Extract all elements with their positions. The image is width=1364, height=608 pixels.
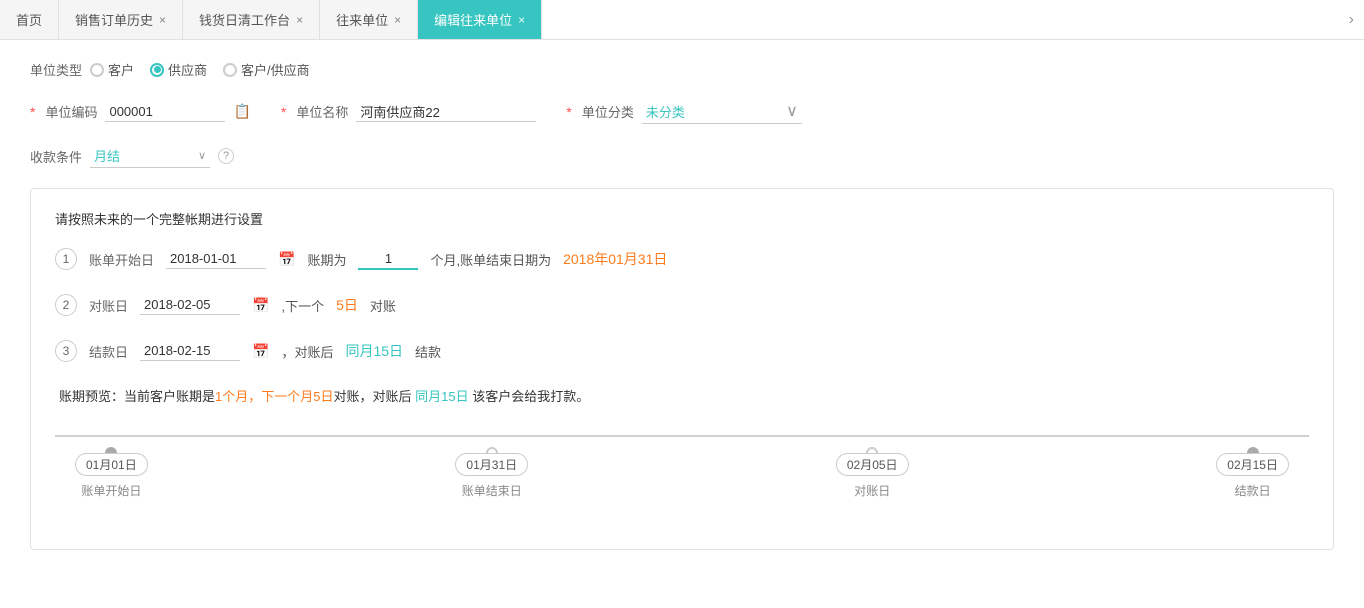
category-group: * 单位分类 未分类 ∨	[566, 99, 801, 124]
step-2-date-input[interactable]	[140, 295, 240, 315]
unit-type-label: 单位类型	[30, 60, 82, 79]
timeline-node-2: 01月31日 账单结束日	[455, 447, 528, 499]
tab-sales-history-label: 销售订单历史	[75, 10, 153, 29]
tab-edit-partner[interactable]: 编辑往来单位 ×	[418, 0, 542, 39]
step-3-date-input[interactable]	[140, 341, 240, 361]
code-label: 单位编码	[45, 102, 97, 121]
payment-group: 收款条件 月结 ∨ ?	[30, 144, 234, 168]
timeline-date-3: 02月05日	[836, 453, 909, 476]
step-3-row: 3 结款日 📅 ，对账后同月15日结款	[55, 340, 1309, 362]
code-input[interactable]	[105, 102, 225, 122]
settings-section: 请按照未来的一个完整帐期进行设置 1 账单开始日 📅 账期为 个月,账单结束日期…	[30, 188, 1334, 550]
radio-both[interactable]: 客户/供应商	[223, 60, 310, 79]
timeline-node-1: 01月01日 账单开始日	[75, 447, 148, 499]
tab-partners[interactable]: 往来单位 ×	[320, 0, 418, 39]
radio-supplier-circle	[150, 63, 164, 77]
preview-text: 账期预览：当前客户账期是1个月，下一个月5日对账，对账后 同月15日 该客户会给…	[55, 386, 1309, 405]
step-3-calendar-icon[interactable]: 📅	[252, 343, 269, 360]
step-1-label: 账单开始日	[89, 250, 154, 269]
radio-group: 客户 供应商 客户/供应商	[90, 60, 310, 79]
radio-customer-label: 客户	[108, 60, 134, 79]
tab-home-label: 首页	[16, 10, 42, 29]
radio-customer-circle	[90, 63, 104, 77]
tab-cashflow-close[interactable]: ×	[296, 13, 303, 27]
step-1-end-date: 2018年01月31日	[563, 249, 667, 269]
preview-prefix: 账期预览：当前客户账期是	[59, 389, 215, 404]
code-copy-icon[interactable]: 📋	[233, 103, 250, 120]
tab-partners-close[interactable]: ×	[394, 13, 401, 27]
step-1-period-suffix: 个月,账单结束日期为	[430, 250, 551, 269]
name-input[interactable]	[356, 102, 536, 122]
step-2-note-prefix: ,下一个	[281, 296, 324, 315]
timeline-date-1: 01月01日	[75, 453, 148, 476]
preview-suffix: 该客户会给我打款。	[472, 389, 589, 404]
step-2-note-highlight: 5日	[336, 295, 358, 315]
step-3-note-suffix: 结款	[415, 342, 441, 361]
step-3-note-highlight: 同月15日	[345, 341, 403, 361]
radio-both-circle	[223, 63, 237, 77]
preview-p3: 同月15日	[415, 389, 468, 404]
tab-bar: 首页 销售订单历史 × 钱货日清工作台 × 往来单位 × 编辑往来单位 × ›	[0, 0, 1364, 40]
payment-select[interactable]: 月结 ∨	[90, 144, 210, 168]
step-3-note-prefix: ，对账后	[281, 342, 333, 361]
step-1-date-input[interactable]	[166, 249, 266, 269]
code-group: * 单位编码 📋	[30, 102, 251, 122]
timeline-date-2: 01月31日	[455, 453, 528, 476]
step-1-calendar-icon[interactable]: 📅	[278, 251, 295, 268]
category-label: 单位分类	[582, 102, 634, 121]
section-title: 请按照未来的一个完整帐期进行设置	[55, 209, 1309, 228]
step-2-calendar-icon[interactable]: 📅	[252, 297, 269, 314]
tab-sales-history-close[interactable]: ×	[159, 13, 166, 27]
timeline-label-1: 账单开始日	[81, 482, 141, 499]
tab-edit-partner-label: 编辑往来单位	[434, 10, 512, 29]
step-1-row: 1 账单开始日 📅 账期为 个月,账单结束日期为 2018年01月31日	[55, 248, 1309, 270]
chevron-down-icon: ∨	[786, 101, 798, 121]
step-2-label: 对账日	[89, 296, 128, 315]
name-label: 单位名称	[296, 102, 348, 121]
radio-customer[interactable]: 客户	[90, 60, 134, 79]
timeline-label-2: 账单结束日	[462, 482, 522, 499]
timeline-container: 01月01日 账单开始日 01月31日 账单结束日 02月05日 对账日	[55, 425, 1309, 529]
step-2-num: 2	[55, 294, 77, 316]
payment-row: 收款条件 月结 ∨ ?	[30, 144, 1334, 168]
main-content: 单位类型 客户 供应商 客户/供应商 * 单位编码	[0, 40, 1364, 608]
tab-home[interactable]: 首页	[0, 0, 59, 39]
timeline-label-4: 结款日	[1235, 482, 1271, 499]
unit-type-row: 单位类型 客户 供应商 客户/供应商	[30, 60, 1334, 79]
help-icon[interactable]: ?	[218, 148, 234, 164]
tab-cashflow[interactable]: 钱货日清工作台 ×	[183, 0, 320, 39]
step-2-row: 2 对账日 📅 ,下一个 5日对账	[55, 294, 1309, 316]
radio-supplier[interactable]: 供应商	[150, 60, 207, 79]
timeline-wrapper: 01月01日 账单开始日 01月31日 账单结束日 02月05日 对账日	[75, 431, 1289, 499]
tab-edit-partner-close[interactable]: ×	[518, 13, 525, 27]
tab-nav-arrow[interactable]: ›	[1339, 0, 1364, 39]
radio-both-label: 客户/供应商	[241, 60, 310, 79]
preview-middle: 对账，对账后	[333, 389, 411, 404]
payment-label: 收款条件	[30, 147, 82, 166]
name-group: * 单位名称	[281, 102, 536, 122]
radio-supplier-label: 供应商	[168, 60, 207, 79]
unit-type-group: 单位类型 客户 供应商 客户/供应商	[30, 60, 310, 79]
timeline-date-4: 02月15日	[1216, 453, 1289, 476]
step-1-num: 1	[55, 248, 77, 270]
tab-partners-label: 往来单位	[336, 10, 388, 29]
step-3-num: 3	[55, 340, 77, 362]
step-3-label: 结款日	[89, 342, 128, 361]
preview-p1: 1个月，	[215, 389, 261, 404]
tab-sales-history[interactable]: 销售订单历史 ×	[59, 0, 183, 39]
unit-info-row: * 单位编码 📋 * 单位名称 * 单位分类 未分类 ∨	[30, 99, 1334, 124]
category-select[interactable]: 未分类 ∨	[642, 99, 802, 124]
timeline-node-4: 02月15日 结款日	[1216, 447, 1289, 499]
step-2-note-suffix: 对账	[370, 296, 396, 315]
preview-p2: 下一个月5日	[261, 389, 333, 404]
payment-value: 月结	[94, 146, 194, 165]
payment-chevron-icon: ∨	[198, 149, 206, 162]
step-1-period-prefix: 账期为	[307, 250, 346, 269]
tab-cashflow-label: 钱货日清工作台	[199, 10, 290, 29]
timeline-label-3: 对账日	[854, 482, 890, 499]
step-1-period-input[interactable]	[358, 249, 418, 270]
category-value: 未分类	[646, 102, 782, 121]
timeline-node-3: 02月05日 对账日	[836, 447, 909, 499]
